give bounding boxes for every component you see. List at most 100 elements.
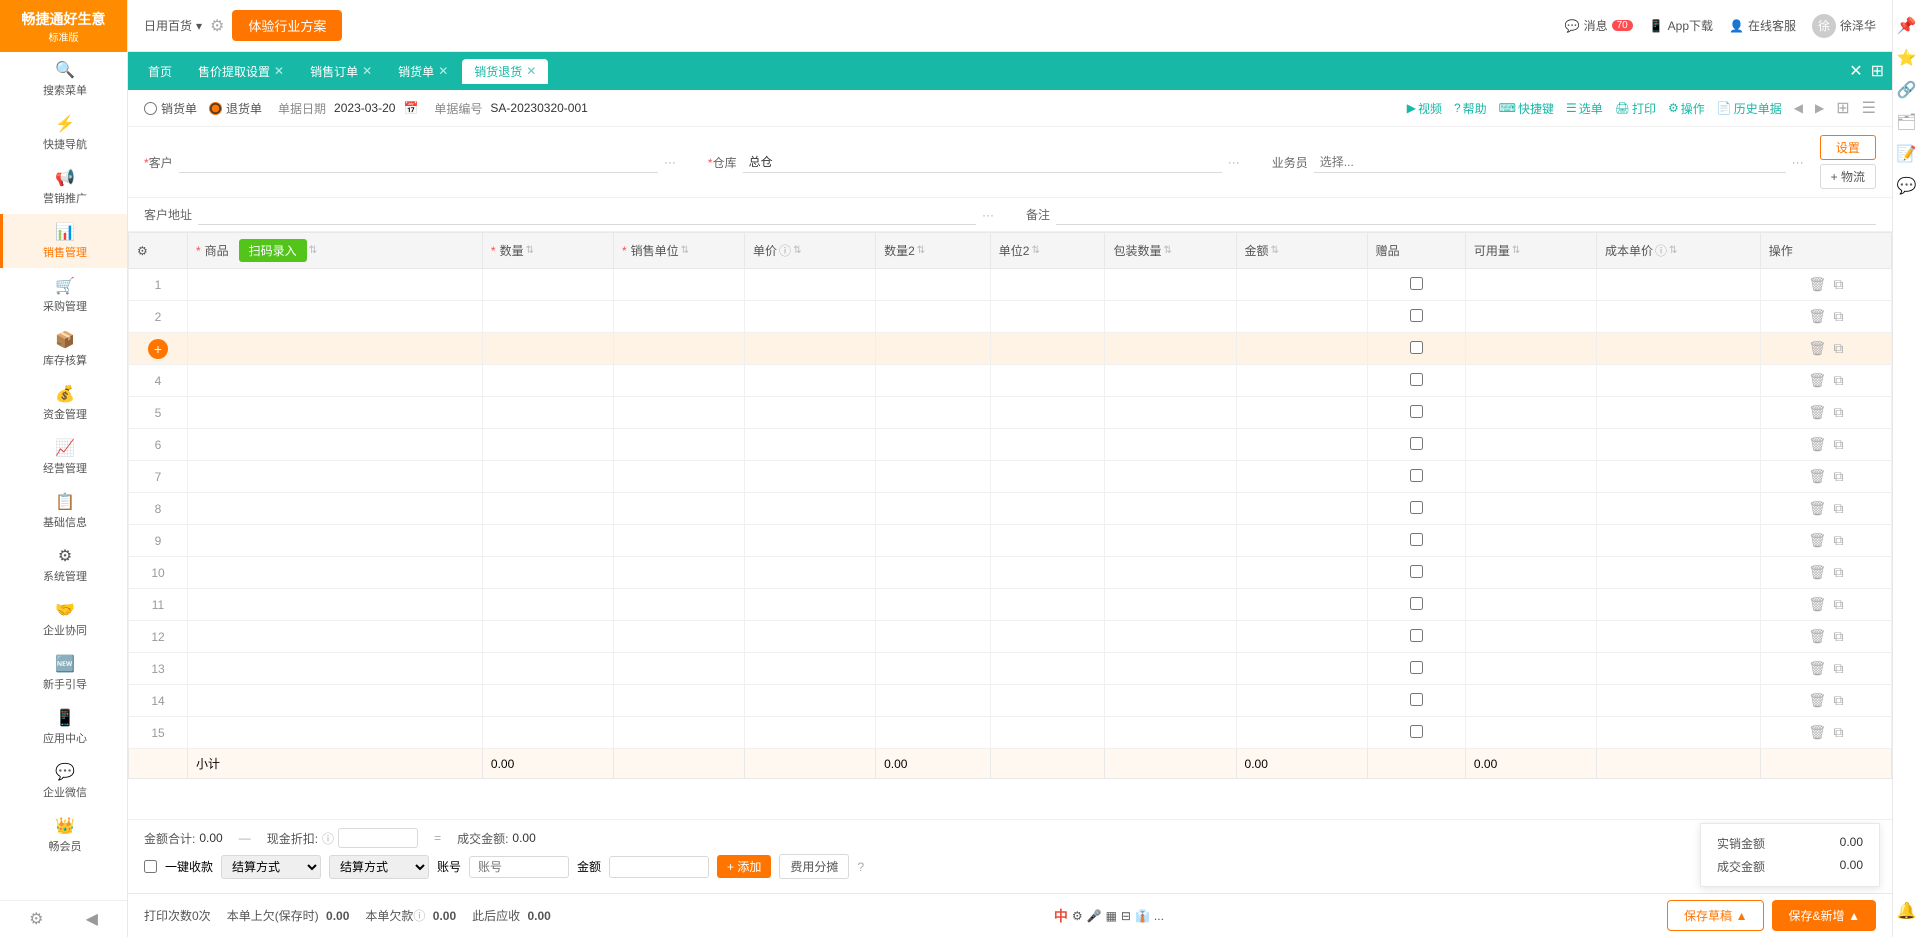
radio-delivery-input[interactable] [144, 102, 157, 115]
copy-row-btn[interactable]: ⧉ [1831, 308, 1845, 325]
delete-row-btn[interactable]: 🗑 [1806, 436, 1828, 453]
gift-checkbox[interactable] [1410, 341, 1423, 354]
sidebar-item-enterprise[interactable]: 🤝 企业协同 [0, 592, 127, 646]
app-download-button[interactable]: 📱 App下载 [1649, 17, 1713, 34]
delete-row-btn[interactable]: 🗑 [1806, 308, 1828, 325]
tab-delivery-close-icon[interactable]: ✕ [438, 64, 448, 78]
calendar-icon[interactable]: 📅 [403, 101, 418, 115]
topbar-gear-icon[interactable]: ⚙ [210, 16, 224, 36]
trial-button[interactable]: 体验行业方案 [232, 10, 342, 41]
grid-view-icon[interactable]: ⊞ [1836, 98, 1849, 118]
fee-help-icon[interactable]: ? [857, 860, 864, 874]
product-cell[interactable] [187, 333, 482, 365]
add-payment-btn[interactable]: + 添加 [717, 855, 771, 878]
gift-checkbox[interactable] [1410, 437, 1423, 450]
save-draft-button[interactable]: 保存草稿 ▲ [1667, 900, 1765, 931]
gear-icon[interactable]: ⚙ [137, 244, 148, 258]
sort-cost-icon[interactable]: ⇅ [1669, 245, 1677, 256]
sidebar-item-finance[interactable]: 💰 资金管理 [0, 376, 127, 430]
select-btn[interactable]: ☰ 选单 [1566, 100, 1603, 117]
tab-return-close-icon[interactable]: ✕ [526, 64, 536, 78]
address-more-icon[interactable]: ··· [982, 208, 994, 222]
operation-btn[interactable]: ⚙ 操作 [1668, 100, 1705, 117]
save-new-button[interactable]: 保存&新增 ▲ [1772, 900, 1876, 931]
copy-row-btn[interactable]: ⧉ [1831, 372, 1845, 389]
gift-checkbox[interactable] [1410, 725, 1423, 738]
delete-row-btn[interactable]: 🗑 [1806, 276, 1828, 293]
sort-amount-icon[interactable]: ⇅ [1271, 245, 1279, 256]
copy-row-btn[interactable]: ⧉ [1831, 628, 1845, 645]
copy-row-btn[interactable]: ⧉ [1831, 436, 1845, 453]
delete-row-btn[interactable]: 🗑 [1806, 564, 1828, 581]
panel-icon-6[interactable]: 💬 [1897, 176, 1917, 196]
panel-icon-1[interactable]: 📌 [1897, 16, 1917, 36]
nav-prev-icon[interactable]: ◀ [1794, 101, 1803, 115]
nav-next-icon[interactable]: ▶ [1815, 101, 1824, 115]
history-btn[interactable]: 📄 历史单据 [1717, 100, 1782, 117]
copy-row-btn[interactable]: ⧉ [1831, 596, 1845, 613]
scan-btn[interactable]: 扫码录入 [239, 239, 307, 262]
delete-row-btn[interactable]: 🗑 [1806, 500, 1828, 517]
one-click-checkbox[interactable] [144, 860, 157, 873]
panel-icon-5[interactable]: 📝 [1897, 144, 1917, 164]
warehouse-input[interactable] [743, 152, 1222, 173]
sidebar-item-search[interactable]: 🔍 搜索菜单 [0, 52, 127, 106]
gift-checkbox[interactable] [1410, 693, 1423, 706]
sidebar-item-marketing[interactable]: 📢 营销推广 [0, 160, 127, 214]
gift-checkbox[interactable] [1410, 565, 1423, 578]
delete-row-btn[interactable]: 🗑 [1806, 660, 1828, 677]
settle-method-select[interactable]: 结算方式 [221, 855, 321, 879]
sidebar-item-sales[interactable]: 📊 销售管理 [0, 214, 127, 268]
copy-row-btn[interactable]: ⧉ [1831, 532, 1845, 549]
sidebar-item-purchase[interactable]: 🛒 采购管理 [0, 268, 127, 322]
warehouse-more-icon[interactable]: ··· [1228, 155, 1240, 169]
sidebar-item-vip[interactable]: 👑 畅会员 [0, 808, 127, 862]
delete-row-btn[interactable]: 🗑 [1806, 628, 1828, 645]
list-view-icon[interactable]: ☰ [1862, 98, 1876, 118]
radio-return-input[interactable] [209, 102, 222, 115]
sidebar-item-quick-nav[interactable]: ⚡ 快捷导航 [0, 106, 127, 160]
gift-checkbox[interactable] [1410, 629, 1423, 642]
gift-checkbox[interactable] [1410, 469, 1423, 482]
sort-avail-icon[interactable]: ⇅ [1512, 245, 1520, 256]
topbar-page-title[interactable]: 日用百货 ▾ [144, 17, 202, 34]
remark-input[interactable] [1056, 204, 1876, 225]
salesman-input[interactable] [1314, 152, 1786, 173]
settings-bottom-icon[interactable]: ⚙ [29, 909, 43, 929]
panel-icon-3[interactable]: 🔗 [1897, 80, 1917, 100]
help-btn[interactable]: ? 帮助 [1454, 100, 1487, 117]
online-service-button[interactable]: 👤 在线客服 [1729, 17, 1796, 34]
address-input[interactable] [198, 204, 976, 225]
account-input[interactable] [469, 856, 569, 878]
amount-input[interactable] [609, 856, 709, 878]
panel-icon-2[interactable]: ⭐ [1897, 48, 1917, 68]
delete-row-btn[interactable]: 🗑 [1806, 532, 1828, 549]
copy-row-btn[interactable]: ⧉ [1831, 724, 1845, 741]
calc-method-select[interactable]: 结算方式 [329, 855, 429, 879]
salesman-more-icon[interactable]: ··· [1792, 155, 1804, 169]
sidebar-item-basic[interactable]: 📋 基础信息 [0, 484, 127, 538]
logistics-btn[interactable]: + 物流 [1820, 164, 1876, 189]
user-profile[interactable]: 徐 徐泽华 [1812, 14, 1876, 38]
copy-row-btn[interactable]: ⧉ [1831, 660, 1845, 677]
collapse-icon[interactable]: ◀ [86, 909, 98, 929]
tab-home[interactable]: 首页 [136, 59, 184, 84]
product-input[interactable] [196, 342, 474, 356]
sort-qty2-icon[interactable]: ⇅ [917, 245, 925, 256]
tab-sales-order[interactable]: 销售订单 ✕ [298, 59, 384, 84]
tab-order-close-icon[interactable]: ✕ [362, 64, 372, 78]
tab-price-setting[interactable]: 售价提取设置 ✕ [186, 59, 296, 84]
copy-row-btn[interactable]: ⧉ [1831, 500, 1845, 517]
delete-row-btn[interactable]: 🗑 [1806, 692, 1828, 709]
panel-icon-4[interactable]: 🗂 [1896, 112, 1916, 132]
sidebar-item-wechat[interactable]: 💬 企业微信 [0, 754, 127, 808]
sidebar-item-apps[interactable]: 📱 应用中心 [0, 700, 127, 754]
sort-qty-icon[interactable]: ⇅ [526, 245, 534, 256]
gift-checkbox[interactable] [1410, 373, 1423, 386]
sort-price-icon[interactable]: ⇅ [793, 245, 801, 256]
radio-return[interactable]: 退货单 [209, 100, 262, 117]
gift-checkbox[interactable] [1410, 277, 1423, 290]
sort-product-icon[interactable]: ⇅ [309, 245, 317, 256]
tab-sales-return[interactable]: 销货退货 ✕ [462, 59, 548, 84]
close-all-tabs-icon[interactable]: ✕ [1849, 61, 1862, 81]
